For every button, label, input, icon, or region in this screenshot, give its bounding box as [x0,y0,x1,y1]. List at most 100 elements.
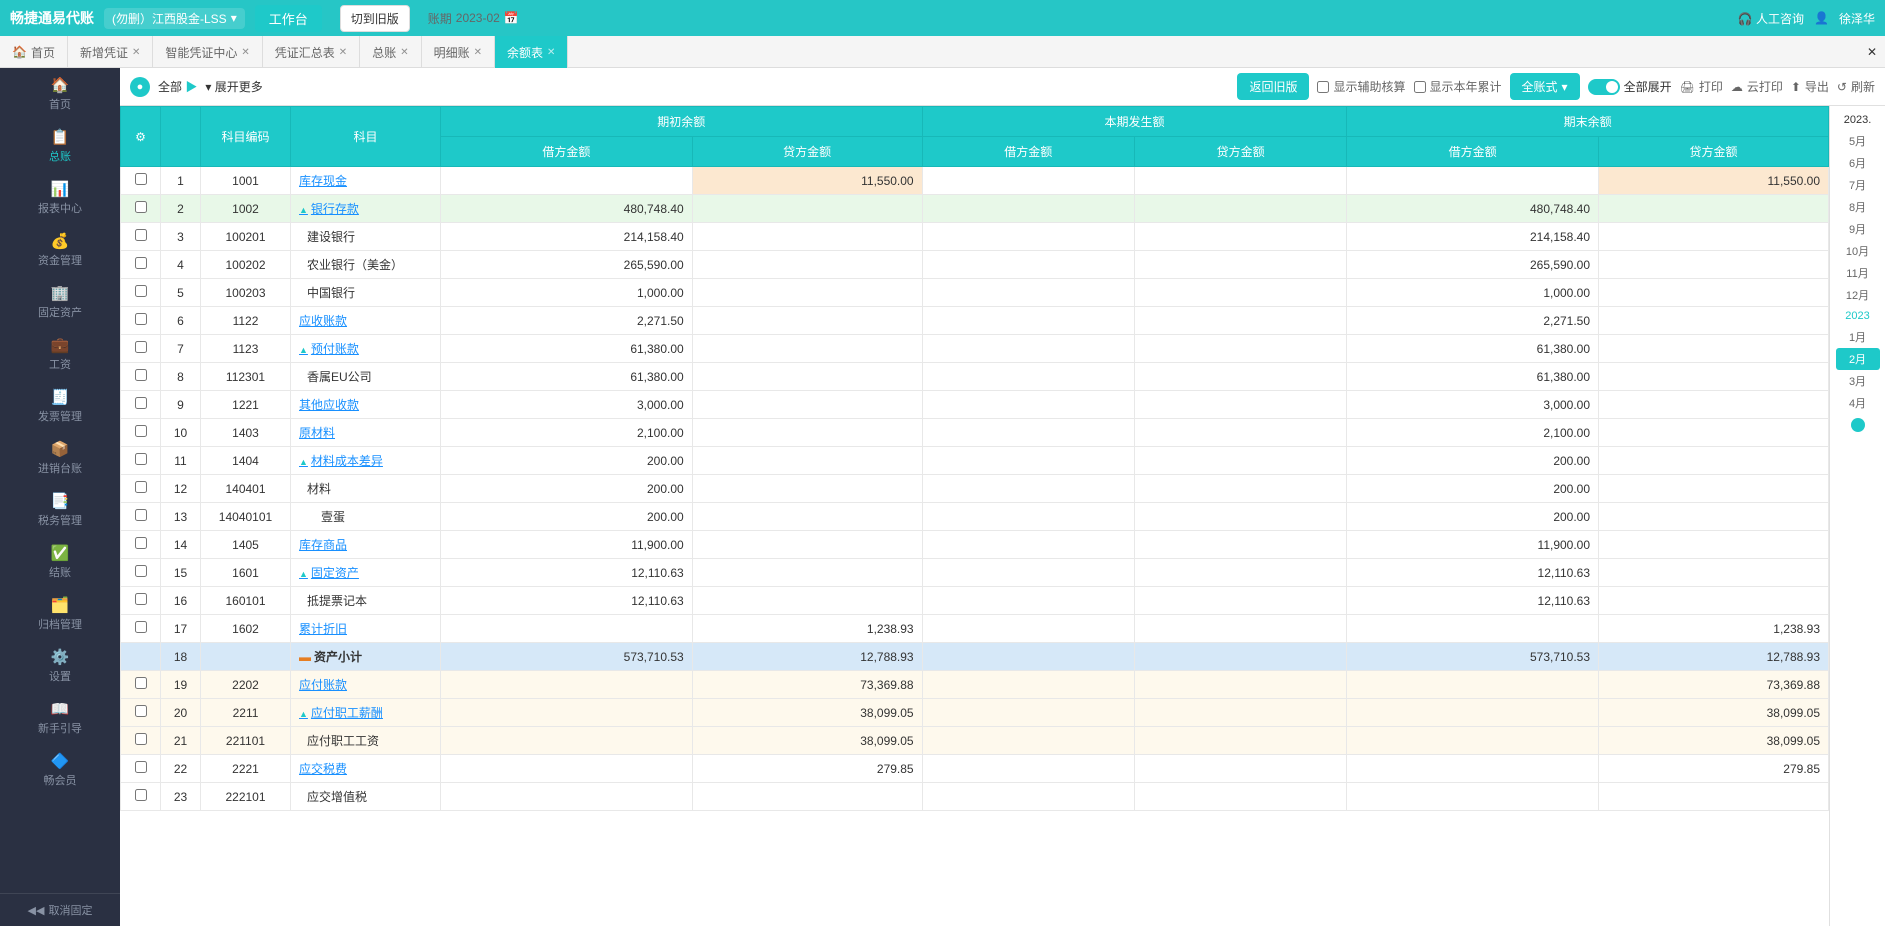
month-8[interactable]: 8月 [1836,196,1880,218]
year-2023-bottom: 2023 [1845,306,1869,326]
month-9[interactable]: 9月 [1836,218,1880,240]
settings-icon: ⚙️ [51,648,70,666]
close-icon[interactable]: ✕ [241,47,249,58]
export-button[interactable]: ⬆ 导出 [1791,78,1829,95]
close-icon[interactable]: ✕ [547,47,555,58]
company-selector[interactable]: (勿删）江西股金-LSS ▾ [104,8,245,29]
full-form-button[interactable]: 全账式 ▾ [1510,73,1580,100]
sidebar-item-settings[interactable]: ⚙️ 设置 [0,640,120,692]
table-row: 12140401材料200.00200.00 [121,475,1829,503]
show-ytd-checkbox[interactable] [1414,81,1426,93]
month-12[interactable]: 12月 [1836,284,1880,306]
cloud-print-button[interactable]: ☁ 云打印 [1731,78,1783,95]
filter-all-badge[interactable]: 全部 ▶ [158,78,197,95]
toggle-all-switch[interactable] [1588,79,1620,95]
export-icon: ⬆ [1791,80,1801,94]
month-5[interactable]: 5月 [1836,130,1880,152]
sidebar-item-archive[interactable]: 🗂️ 归档管理 [0,588,120,640]
filter-circle[interactable]: ● [130,77,150,97]
fixed-assets-icon: 🏢 [51,284,70,302]
close-all[interactable]: ✕ [1867,36,1885,67]
col-eb-debit: 借方金额 [1347,137,1599,167]
print-button[interactable]: 🖨 打印 [1680,78,1723,95]
user-name: 徐泽华 [1839,10,1875,27]
table-row: 141405库存商品11,900.0011,900.00 [121,531,1829,559]
table-row: 151601▲固定资产12,110.6312,110.63 [121,559,1829,587]
tab-new-voucher[interactable]: 新增凭证 ✕ [68,36,153,68]
table-row: 16160101抵提票记本12,110.6312,110.63 [121,587,1829,615]
sidebar-item-guide[interactable]: 📖 新手引导 [0,692,120,744]
sidebar-item-funds[interactable]: 💰 资金管理 [0,224,120,276]
left-sidebar: 🏠 首页 📋 总账 📊 报表中心 💰 资金管理 🏢 固定资产 💼 工资 [0,68,120,926]
calendar-icon[interactable]: 📅 [504,11,519,25]
pin-icon: ◀◀ [28,904,45,917]
table-row: 91221其他应收款3,000.003,000.00 [121,391,1829,419]
sidebar-item-closing[interactable]: ✅ 结账 [0,536,120,588]
close-icon[interactable]: ✕ [400,47,408,58]
sidebar-item-invoice[interactable]: 🧾 发票管理 [0,380,120,432]
table-row: 192202应付账款73,369.8873,369.88 [121,671,1829,699]
close-icon[interactable]: ✕ [132,47,140,58]
close-icon[interactable]: ✕ [339,47,347,58]
expand-icon: ▾ [205,80,211,94]
month-2[interactable]: 2月 [1836,348,1880,370]
refresh-button[interactable]: ↺ 刷新 [1837,78,1875,95]
report-icon: 📊 [51,180,70,198]
app-title: 畅捷通易代账 [10,8,94,28]
month-6[interactable]: 6月 [1836,152,1880,174]
tab-home[interactable]: 🏠 首页 [0,36,68,68]
close-icon[interactable]: ✕ [474,47,482,58]
sidebar-item-reports[interactable]: 📊 报表中心 [0,172,120,224]
month-7[interactable]: 7月 [1836,174,1880,196]
tab-voucher-summary[interactable]: 凭证汇总表 ✕ [263,36,360,68]
sidebar-item-home[interactable]: 🏠 首页 [0,68,120,120]
home-icon: 🏠 [12,45,27,59]
workbench-button[interactable]: 工作台 [255,5,322,32]
sidebar-item-tax[interactable]: 📑 税务管理 [0,484,120,536]
table-row: 8112301香属EU公司61,380.0061,380.00 [121,363,1829,391]
show-ytd-label[interactable]: 显示本年累计 [1414,78,1502,95]
month-1[interactable]: 1月 [1836,326,1880,348]
col-no-header [161,107,201,167]
month-11[interactable]: 11月 [1836,262,1880,284]
nav-tabs: 🏠 首页 新增凭证 ✕ 智能凭证中心 ✕ 凭证汇总表 ✕ 总账 ✕ 明细账 ✕ … [0,36,1885,68]
tab-general-ledger[interactable]: 总账 ✕ [360,36,421,68]
closing-icon: ✅ [51,544,70,562]
collapse-panel-button[interactable] [1851,418,1865,432]
sidebar-item-purchase-sales[interactable]: 📦 进销台账 [0,432,120,484]
show-aux-checkbox[interactable] [1317,81,1329,93]
month-10[interactable]: 10月 [1836,240,1880,262]
toggle-all-area: 全部展开 [1588,78,1672,95]
old-version-button[interactable]: 切到旧版 [340,5,410,32]
unpin-button[interactable]: ◀◀ 取消固定 [0,893,120,926]
tab-smart-voucher[interactable]: 智能凭证中心 ✕ [153,36,262,68]
sidebar-item-fixed-assets[interactable]: 🏢 固定资产 [0,276,120,328]
expand-more-button[interactable]: ▾ 展开更多 [205,78,262,95]
table-row: 1314040101壹蛋200.00200.00 [121,503,1829,531]
month-4[interactable]: 4月 [1836,392,1880,414]
company-name: (勿删）江西股金-LSS [112,10,227,27]
tab-detail-ledger[interactable]: 明细账 ✕ [422,36,495,68]
table-row: 23222101应交增值税 [121,783,1829,811]
chevron-down-icon: ▾ [1562,80,1568,94]
table-row: 202211▲应付职工薪酬38,099.0538,099.05 [121,699,1829,727]
sidebar-item-payroll[interactable]: 💼 工资 [0,328,120,380]
month-3[interactable]: 3月 [1836,370,1880,392]
year-2023-top: 2023. [1844,110,1872,130]
consult-btn[interactable]: 🎧 人工咨询 [1738,10,1804,27]
col-period-end-header: 期末余额 [1347,107,1829,137]
sidebar-item-member[interactable]: 🔷 畅会员 [0,744,120,796]
col-ob-debit: 借方金额 [441,137,693,167]
return-old-button[interactable]: 返回旧版 [1237,73,1309,100]
top-app-bar: 畅捷通易代账 (勿删）江西股金-LSS ▾ 工作台 切到旧版 账期 2023-0… [0,0,1885,36]
table-row: 4100202农业银行（美金）265,590.00265,590.00 [121,251,1829,279]
sidebar-item-ledger[interactable]: 📋 总账 [0,120,120,172]
table-row: 3100201建设银行214,158.40214,158.40 [121,223,1829,251]
purchase-icon: 📦 [51,440,70,458]
balance-table: ⚙ 科目编码 科目 期初余额 本期发生额 期末余额 借方金额 贷方金额 [120,106,1829,811]
tax-icon: 📑 [51,492,70,510]
show-aux-label[interactable]: 显示辅助核算 [1317,78,1405,95]
tab-balance-sheet[interactable]: 余额表 ✕ [495,36,568,68]
ledger-icon: 📋 [51,128,70,146]
col-cp-credit: 贷方金额 [1134,137,1346,167]
